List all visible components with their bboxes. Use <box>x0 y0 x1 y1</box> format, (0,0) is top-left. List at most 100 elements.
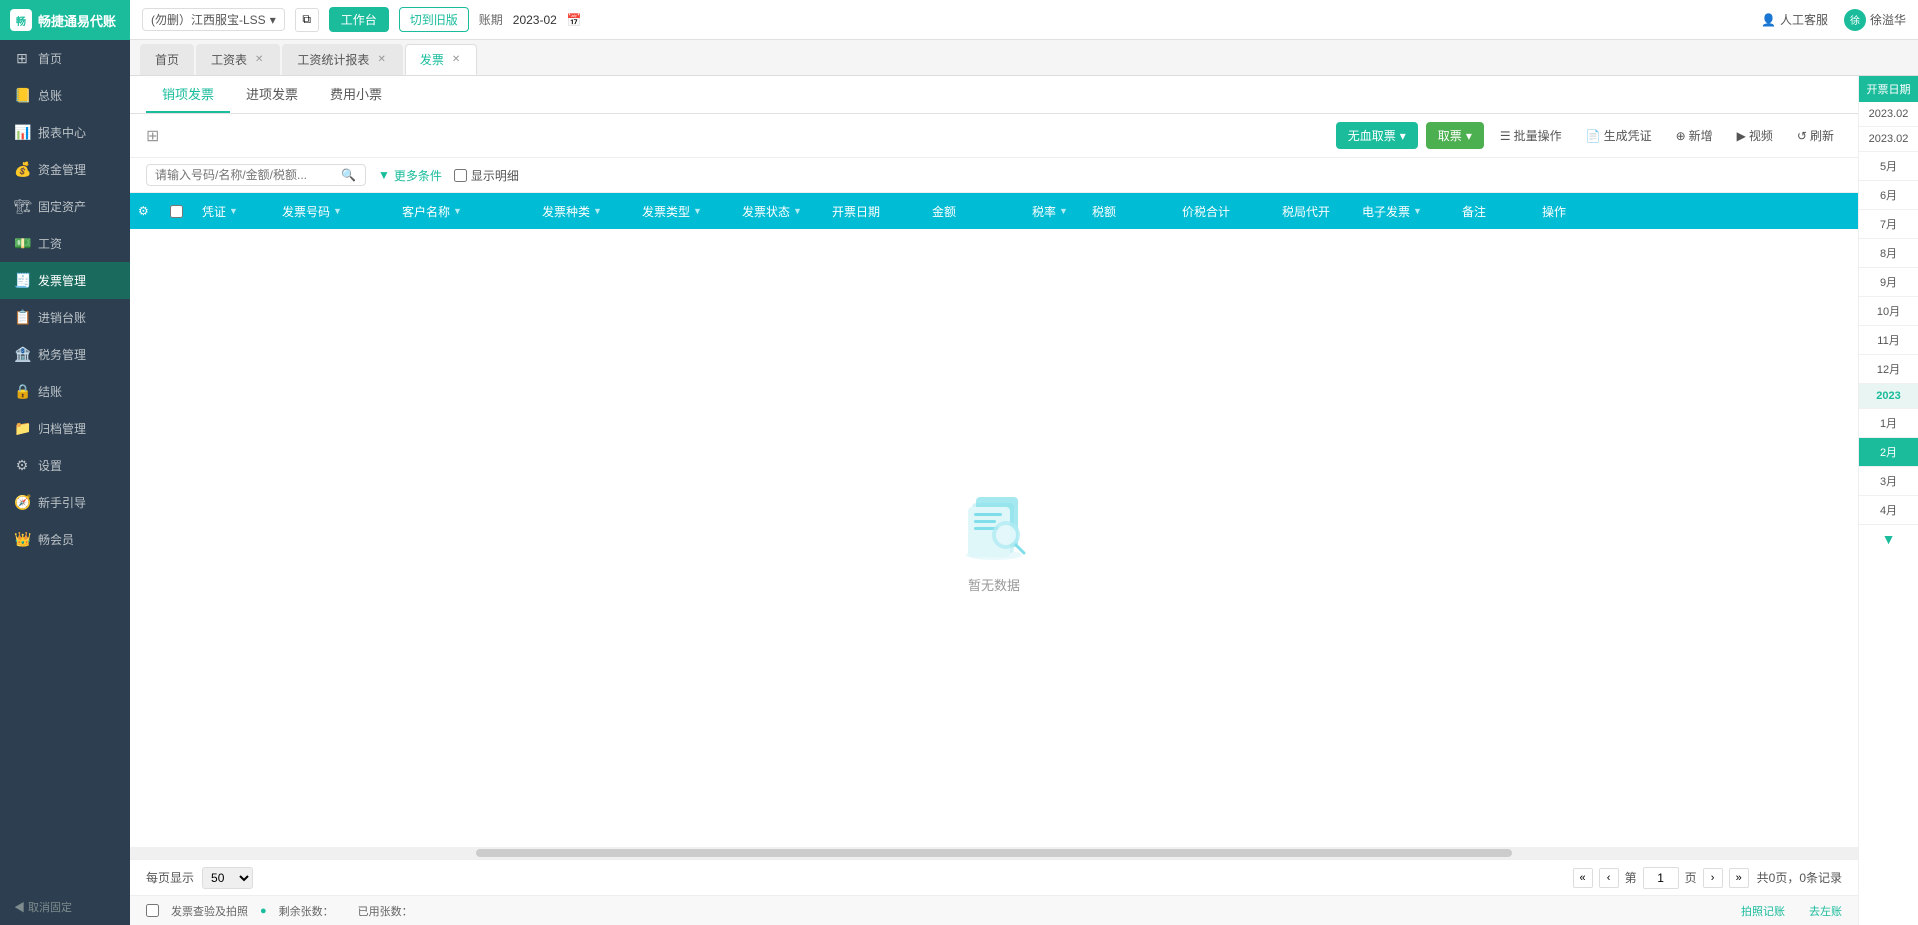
sidebar-item-general-ledger[interactable]: 📒 总账 <box>0 77 130 114</box>
th-customer-filter[interactable]: ▼ <box>453 206 462 216</box>
more-conditions-button[interactable]: ▼ 更多条件 <box>378 167 442 184</box>
date-item-4[interactable]: 4月 <box>1859 496 1918 525</box>
sidebar-item-archive[interactable]: 📁 归档管理 <box>0 410 130 447</box>
search-input[interactable] <box>155 168 335 182</box>
date-item-8[interactable]: 8月 <box>1859 239 1918 268</box>
go-right-link[interactable]: 去左账 <box>1809 903 1842 919</box>
new-button[interactable]: ⊕ 新增 <box>1668 123 1721 148</box>
add-account-link[interactable]: 拍照记账 <box>1741 903 1785 919</box>
tab-payroll-table[interactable]: 工资表 ✕ <box>196 44 280 75</box>
reports-icon: 📊 <box>14 124 30 141</box>
sidebar-item-home[interactable]: ⊞ 首页 <box>0 40 130 77</box>
date-item-2023-02-top[interactable]: 2023.02 <box>1859 102 1918 127</box>
topbar-right: 👤 人工客服 徐 徐溢华 <box>1761 9 1906 31</box>
date-item-2-current[interactable]: 2月 <box>1859 438 1918 467</box>
date-item-label: 2月 <box>1880 447 1897 459</box>
th-tax-rate-filter[interactable]: ▼ <box>1059 206 1068 216</box>
tab-home[interactable]: 首页 <box>140 44 194 75</box>
refresh-button[interactable]: ↺ 刷新 <box>1789 123 1842 148</box>
check-verify-checkbox[interactable] <box>146 904 159 917</box>
date-item-1[interactable]: 1月 <box>1859 409 1918 438</box>
settings-col-icon[interactable]: ⚙ <box>138 204 149 218</box>
last-page-button[interactable]: » <box>1729 868 1749 888</box>
th-invoice-category-filter[interactable]: ▼ <box>693 206 702 216</box>
get-invoice-button[interactable]: 取票 ▾ <box>1426 122 1484 149</box>
page-input[interactable] <box>1643 867 1679 889</box>
subtab-sales[interactable]: 销项发票 <box>146 76 230 113</box>
th-amount: 金额 <box>924 193 1024 229</box>
batch-op-button[interactable]: ☰ 批量操作 <box>1492 123 1570 148</box>
tab-invoice-mgmt[interactable]: 发票 ✕ <box>405 44 477 75</box>
date-item-11[interactable]: 11月 <box>1859 326 1918 355</box>
switch-version-button[interactable]: 切到旧版 <box>399 7 469 32</box>
video-button[interactable]: ▶ 视频 <box>1729 123 1781 148</box>
per-page-label: 每页显示 <box>146 869 194 886</box>
customer-service[interactable]: 👤 人工客服 <box>1761 11 1828 28</box>
date-panel-header[interactable]: 开票日期 <box>1859 76 1918 102</box>
close-payroll-stat-tab[interactable]: ✕ <box>375 53 387 66</box>
close-invoice-tab[interactable]: ✕ <box>450 53 462 66</box>
batch-label: 批量操作 <box>1514 127 1562 144</box>
date-item-5[interactable]: 5月 <box>1859 152 1918 181</box>
th-electronic-filter[interactable]: ▼ <box>1413 206 1422 216</box>
invoice-icon: 🧾 <box>14 272 30 289</box>
subtab-purchase[interactable]: 进项发票 <box>230 76 314 113</box>
date-item-12[interactable]: 12月 <box>1859 355 1918 384</box>
date-item-6[interactable]: 6月 <box>1859 181 1918 210</box>
unpin-label: ◀ 取消固定 <box>14 899 72 915</box>
guide-icon: 🧭 <box>14 494 30 511</box>
year-label: 2023 <box>1876 390 1900 402</box>
date-item-2023-02-b[interactable]: 2023.02 <box>1859 127 1918 152</box>
sidebar-item-tax[interactable]: 🏦 税务管理 <box>0 336 130 373</box>
date-panel: 开票日期 2023.02 2023.02 5月 6月 7月 8月 9月 <box>1858 76 1918 925</box>
close-payroll-tab[interactable]: ✕ <box>253 53 265 66</box>
th-invoice-no-filter[interactable]: ▼ <box>333 206 342 216</box>
sidebar-item-fund[interactable]: 💰 资金管理 <box>0 151 130 188</box>
total-records: 共0页，0条记录 <box>1757 869 1842 886</box>
show-detail-input[interactable] <box>454 169 467 182</box>
date-item-3[interactable]: 3月 <box>1859 467 1918 496</box>
sidebar-item-payroll[interactable]: 💵 工资 <box>0 225 130 262</box>
scroll-down-button[interactable]: ▼ <box>1859 525 1918 553</box>
show-detail-checkbox[interactable]: 显示明细 <box>454 167 519 184</box>
sidebar-item-member[interactable]: 👑 畅会员 <box>0 521 130 558</box>
tab-payroll-stat[interactable]: 工资统计报表 ✕ <box>282 44 402 75</box>
date-item-10[interactable]: 10月 <box>1859 297 1918 326</box>
sidebar-item-sales-ledger[interactable]: 📋 进销台账 <box>0 299 130 336</box>
th-tax: 税额 <box>1084 193 1174 229</box>
unpin-sidebar[interactable]: ◀ 取消固定 <box>0 889 130 925</box>
sidebar-item-guide[interactable]: 🧭 新手引导 <box>0 484 130 521</box>
sidebar-item-label: 报表中心 <box>38 124 86 141</box>
prev-page-button[interactable]: ‹ <box>1599 868 1619 888</box>
sidebar-item-label: 发票管理 <box>38 272 86 289</box>
calendar-icon[interactable]: 📅 <box>567 13 582 27</box>
th-invoice-status-filter[interactable]: ▼ <box>793 206 802 216</box>
th-invoice-type-filter[interactable]: ▼ <box>593 206 602 216</box>
sidebar-item-close[interactable]: 🔒 结账 <box>0 373 130 410</box>
th-tax-label: 税额 <box>1092 203 1116 220</box>
workbench-button[interactable]: 工作台 <box>329 7 389 32</box>
scroll-thumb[interactable] <box>476 849 1513 857</box>
horizontal-scrollbar[interactable] <box>130 847 1858 859</box>
next-page-button[interactable]: › <box>1703 868 1723 888</box>
th-voucher-sort[interactable]: ▼ <box>229 206 238 216</box>
gen-voucher-button[interactable]: 📄 生成凭证 <box>1578 123 1660 148</box>
sidebar-item-settings[interactable]: ⚙ 设置 <box>0 447 130 484</box>
copy-icon[interactable]: ⧉ <box>295 8 319 32</box>
no-invoice-button[interactable]: 无血取票 ▾ <box>1336 122 1418 149</box>
sidebar-item-fixed-assets[interactable]: 🏗 固定资产 <box>0 188 130 225</box>
search-box[interactable]: 🔍 <box>146 164 366 186</box>
per-page-select[interactable]: 50 100 <box>202 867 253 889</box>
select-all-checkbox[interactable] <box>170 205 183 218</box>
user-avatar[interactable]: 徐 徐溢华 <box>1844 9 1906 31</box>
pagination-nav: « ‹ 第 页 › » 共0页，0条记录 <box>1573 867 1842 889</box>
th-remark: 备注 <box>1454 193 1534 229</box>
company-selector[interactable]: (勿删）江西服宝-LSS ▾ <box>142 8 285 31</box>
date-item-9[interactable]: 9月 <box>1859 268 1918 297</box>
date-item-7[interactable]: 7月 <box>1859 210 1918 239</box>
sidebar-item-invoice[interactable]: 🧾 发票管理 <box>0 262 130 299</box>
first-page-button[interactable]: « <box>1573 868 1593 888</box>
sidebar-item-reports[interactable]: 📊 报表中心 <box>0 114 130 151</box>
subtab-expense[interactable]: 费用小票 <box>314 76 398 113</box>
topbar: (勿删）江西服宝-LSS ▾ ⧉ 工作台 切到旧版 账期 2023-02 📅 👤… <box>130 0 1918 40</box>
